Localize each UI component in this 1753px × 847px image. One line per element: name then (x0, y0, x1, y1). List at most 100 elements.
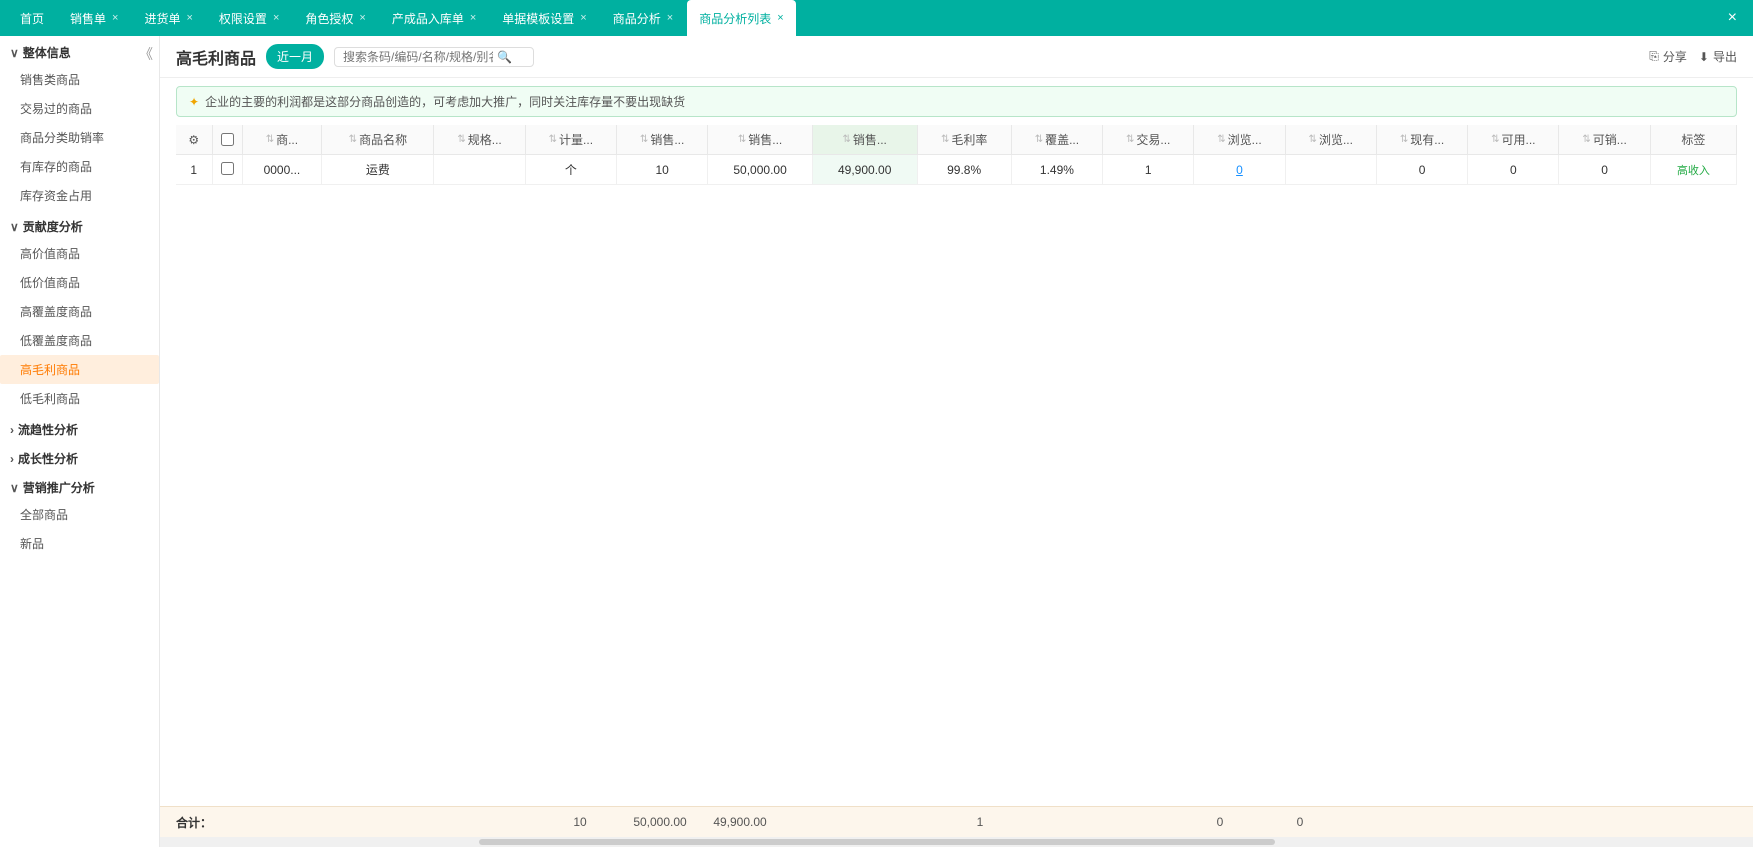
filter-recent-month-button[interactable]: 近一月 (266, 44, 324, 69)
sidebar-item-category-rate[interactable]: 商品分类助销率 (0, 123, 159, 152)
sort-icon-stock: ⇅ (1400, 134, 1408, 145)
sidebar-item-high-coverage[interactable]: 高覆盖度商品 (0, 297, 159, 326)
sidebar-group-marketing[interactable]: ∨ 营销推广分析 (0, 471, 159, 500)
nav-tab-permission[interactable]: 权限设置 × (207, 0, 291, 36)
col-sales-qty[interactable]: ⇅ 销售... (616, 125, 707, 155)
nav-tab-purchase[interactable]: 进货单 × (132, 0, 204, 36)
col-saleable[interactable]: ⇅ 可销... (1559, 125, 1650, 155)
cell-available: 0 (1468, 155, 1559, 185)
col-browse1[interactable]: ⇅ 浏览... (1194, 125, 1285, 155)
main-layout: 《 ∨ 整体信息 销售类商品 交易过的商品 商品分类助销率 有库存的商品 库存资… (0, 36, 1753, 847)
cell-browse1[interactable]: 0 (1194, 155, 1285, 185)
sidebar-item-low-value[interactable]: 低价值商品 (0, 268, 159, 297)
sidebar-item-new-goods[interactable]: 新品 (0, 529, 159, 558)
sidebar-toggle-button[interactable]: 《 (139, 44, 153, 64)
close-inbound-tab[interactable]: × (470, 12, 476, 24)
sidebar-item-stock-goods[interactable]: 有库存的商品 (0, 152, 159, 181)
col-sales-amount[interactable]: ⇅ 销售... (708, 125, 813, 155)
col-tag[interactable]: 标签 (1650, 125, 1736, 155)
table-row: 1 0000... 运费 个 10 50,000.00 49,900.00 99… (176, 155, 1737, 185)
settings-icon[interactable]: ⚙ (188, 133, 199, 147)
export-button[interactable]: ⬇ 导出 (1699, 48, 1737, 65)
sidebar: 《 ∨ 整体信息 销售类商品 交易过的商品 商品分类助销率 有库存的商品 库存资… (0, 36, 160, 847)
sort-icon: ⇅ (266, 134, 274, 145)
sort-icon-margin: ⇅ (941, 134, 949, 145)
footer-empty-2 (300, 813, 380, 831)
nav-tab-role[interactable]: 角色授权 × (293, 0, 377, 36)
sort-icon-browse1: ⇅ (1217, 134, 1225, 145)
col-current-stock[interactable]: ⇅ 现有... (1376, 125, 1467, 155)
select-all-checkbox[interactable] (221, 133, 234, 146)
cell-sales-amount: 50,000.00 (708, 155, 813, 185)
close-all-button[interactable]: × (1720, 9, 1745, 27)
col-browse2[interactable]: ⇅ 浏览... (1285, 125, 1376, 155)
sidebar-item-low-coverage[interactable]: 低覆盖度商品 (0, 326, 159, 355)
sidebar-item-traded-goods[interactable]: 交易过的商品 (0, 94, 159, 123)
close-permission-tab[interactable]: × (273, 12, 279, 24)
row-checkbox[interactable] (221, 162, 234, 175)
close-purchase-tab[interactable]: × (186, 12, 192, 24)
content-area: 高毛利商品 近一月 🔍 ⎘ 分享 ⬇ 导出 ✦ 企业的主要的利润都是这部分商品创… (160, 36, 1753, 847)
nav-tab-analysis-list[interactable]: 商品分析列表 × (687, 0, 795, 36)
sidebar-group-contribution[interactable]: ∨ 贡献度分析 (0, 210, 159, 239)
sidebar-item-high-value[interactable]: 高价值商品 (0, 239, 159, 268)
cell-sales-qty: 10 (616, 155, 707, 185)
col-name[interactable]: ⇅ 商品名称 (322, 125, 434, 155)
sort-icon-amount: ⇅ (738, 134, 746, 145)
col-code[interactable]: ⇅ 商... (242, 125, 322, 155)
col-checkbox[interactable] (212, 125, 242, 155)
nav-tab-sales[interactable]: 销售单 × (58, 0, 130, 36)
sidebar-group-overall[interactable]: ∨ 整体信息 (0, 36, 159, 65)
nav-tab-home[interactable]: 首页 (8, 0, 56, 36)
sort-icon-browse2: ⇅ (1309, 134, 1317, 145)
close-sales-tab[interactable]: × (112, 12, 118, 24)
share-button[interactable]: ⎘ 分享 (1649, 48, 1687, 65)
close-template-tab[interactable]: × (580, 12, 586, 24)
col-gross-margin[interactable]: ⇅ 毛利率 (917, 125, 1011, 155)
close-analysis-list-tab[interactable]: × (777, 12, 783, 24)
col-unit[interactable]: ⇅ 计量... (525, 125, 616, 155)
footer-current-stock: 0 (1180, 813, 1260, 831)
nav-tab-template[interactable]: 单据模板设置 × (490, 0, 598, 36)
close-role-tab[interactable]: × (359, 12, 365, 24)
arrow-down-icon-2: ∨ (10, 220, 19, 234)
nav-tab-inbound[interactable]: 产成品入库单 × (380, 0, 488, 36)
sidebar-item-stock-capital[interactable]: 库存资金占用 (0, 181, 159, 210)
sort-icon-profit: ⇅ (843, 134, 851, 145)
sidebar-item-all-goods[interactable]: 全部商品 (0, 500, 159, 529)
cell-gross-margin: 99.8% (917, 155, 1011, 185)
col-available[interactable]: ⇅ 可用... (1468, 125, 1559, 155)
col-settings[interactable]: ⚙ (176, 125, 212, 155)
search-box: 🔍 (334, 47, 534, 67)
cell-checkbox[interactable] (212, 155, 242, 185)
cell-trade: 1 (1103, 155, 1194, 185)
nav-tab-analysis[interactable]: 商品分析 × (601, 0, 685, 36)
sort-icon-name: ⇅ (349, 134, 357, 145)
cell-spec (434, 155, 525, 185)
footer-label: 合计： (176, 814, 212, 831)
scrollbar-thumb[interactable] (479, 839, 1276, 845)
sidebar-item-sales-goods[interactable]: 销售类商品 (0, 65, 159, 94)
export-icon: ⬇ (1699, 50, 1709, 64)
col-spec[interactable]: ⇅ 规格... (434, 125, 525, 155)
cell-index: 1 (176, 155, 212, 185)
footer-empty-4 (460, 813, 540, 831)
sort-icon-saleable: ⇅ (1582, 134, 1590, 145)
col-trade[interactable]: ⇅ 交易... (1103, 125, 1194, 155)
col-coverage[interactable]: ⇅ 覆盖... (1011, 125, 1102, 155)
search-icon[interactable]: 🔍 (497, 50, 512, 64)
col-sales-profit[interactable]: ⇅ 销售... (812, 125, 917, 155)
arrow-right-icon: › (10, 423, 14, 437)
header-actions: ⎘ 分享 ⬇ 导出 (1649, 48, 1737, 65)
sidebar-item-high-margin[interactable]: 高毛利商品 (0, 355, 159, 384)
horizontal-scrollbar[interactable] (160, 837, 1753, 847)
sidebar-group-trend[interactable]: › 流趋性分析 (0, 413, 159, 442)
cell-name: 运费 (322, 155, 434, 185)
search-input[interactable] (343, 50, 493, 64)
browse1-link[interactable]: 0 (1236, 163, 1243, 177)
sidebar-group-growth[interactable]: › 成长性分析 (0, 442, 159, 471)
footer-empty-10 (1420, 813, 1500, 831)
close-analysis-tab[interactable]: × (667, 12, 673, 24)
sidebar-item-low-margin[interactable]: 低毛利商品 (0, 384, 159, 413)
cell-tag: 高收入 (1650, 155, 1736, 185)
